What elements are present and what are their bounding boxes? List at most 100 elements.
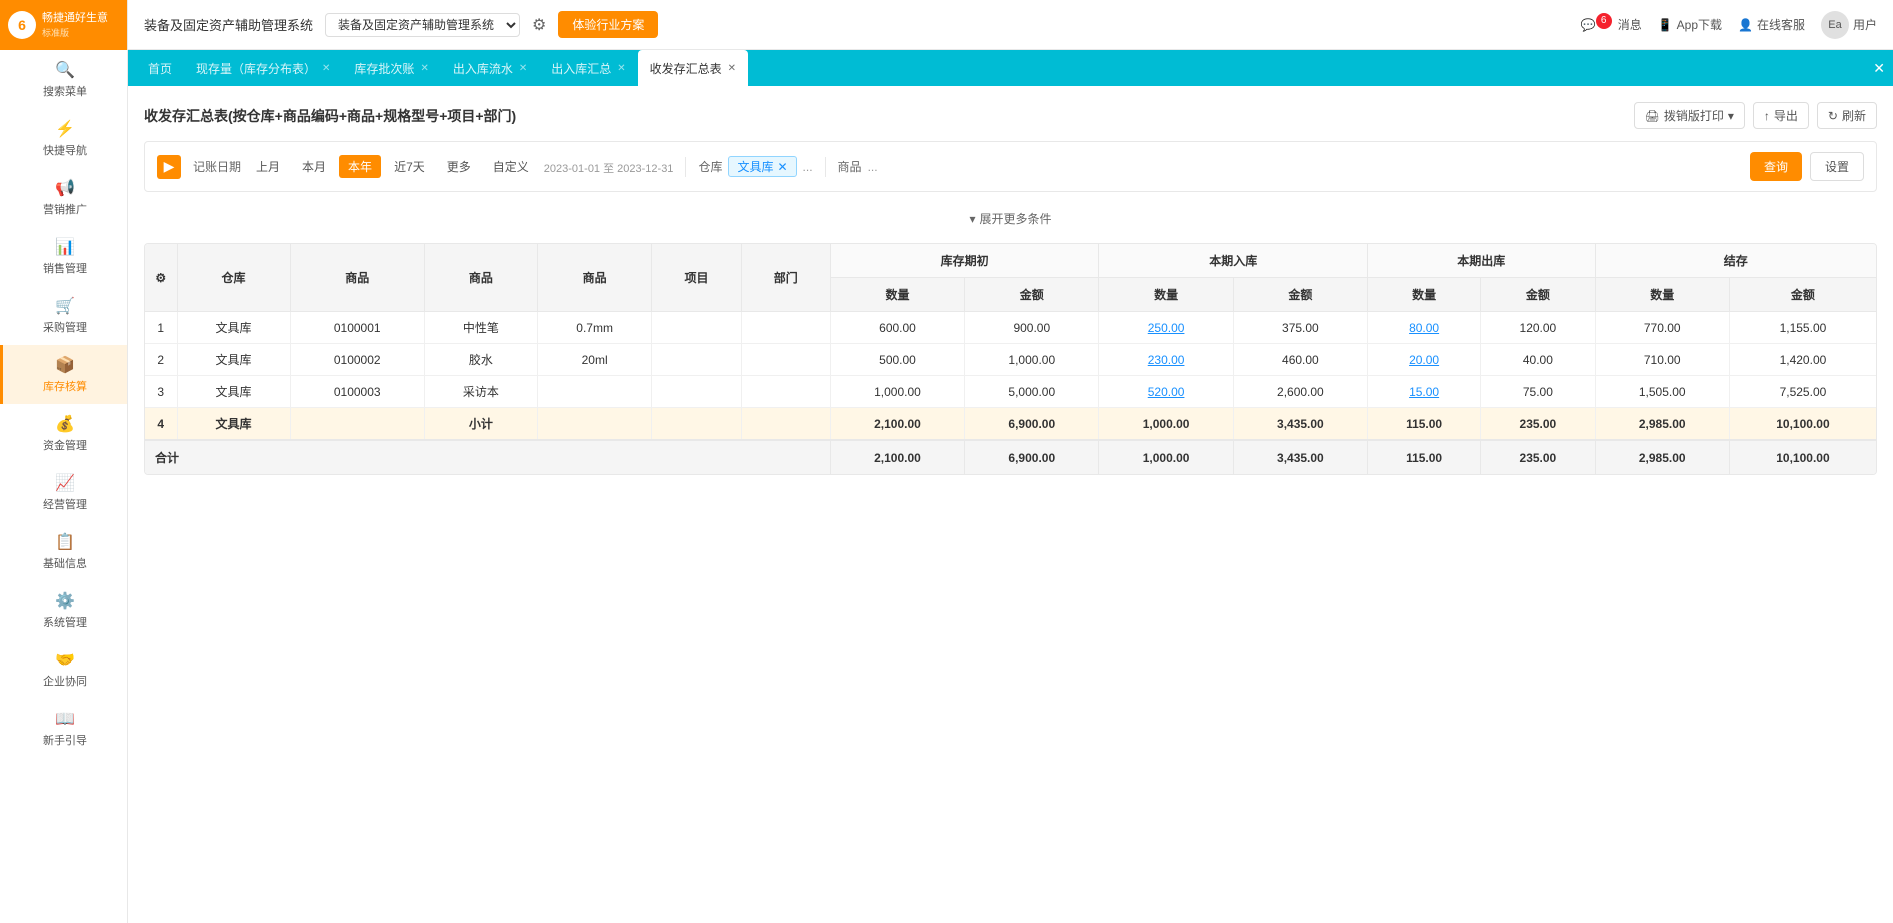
cell-warehouse: 文具库 xyxy=(177,344,290,376)
logo-badge: 标准版 xyxy=(42,26,108,39)
sidebar-item-system[interactable]: ⚙️ 系统管理 xyxy=(0,581,127,640)
sidebar-item-inventory[interactable]: 📦 库存核算 xyxy=(0,345,127,404)
date-btn-this-month[interactable]: 本月 xyxy=(293,155,335,178)
tab-summary-inout-label: 出入库汇总 xyxy=(551,60,611,77)
date-btn-7days[interactable]: 近7天 xyxy=(385,155,434,178)
th-qty-out: 数量 xyxy=(1368,278,1481,312)
print-label: 拨销版打印 xyxy=(1664,107,1724,124)
footer-amt-in: 3,435.00 xyxy=(1233,440,1367,474)
sidebar-item-purchase[interactable]: 🛒 采购管理 xyxy=(0,286,127,345)
sidebar-item-operations[interactable]: 📈 经营管理 xyxy=(0,463,127,522)
cell-value: 1,155.00 xyxy=(1729,312,1876,344)
th-dept: 部门 xyxy=(741,244,830,312)
tab-receive-summary[interactable]: 收发存汇总表 ✕ xyxy=(638,50,748,86)
sidebar-item-basic-info[interactable]: 📋 基础信息 xyxy=(0,522,127,581)
cell-link[interactable]: 250.00 xyxy=(1099,312,1233,344)
cell-num: 1 xyxy=(145,312,177,344)
cell-link[interactable]: 15.00 xyxy=(1368,376,1481,408)
online-service-label: 在线客服 xyxy=(1757,16,1805,33)
tab-flow-close[interactable]: ✕ xyxy=(519,63,527,74)
sidebar-item-newbie[interactable]: 📖 新手引导 xyxy=(0,699,127,758)
sidebar-item-sales[interactable]: 📊 销售管理 xyxy=(0,227,127,286)
cell-project xyxy=(652,376,741,408)
cell-code: 0100003 xyxy=(290,376,424,408)
data-table: ⚙ 仓库 商品 商品 商品 项目 部门 库存期初 本期入库 本期出库 结存 xyxy=(145,244,1876,474)
notification-item[interactable]: 💬 6 消息 xyxy=(1581,16,1642,33)
tab-batch[interactable]: 库存批次账 ✕ xyxy=(342,50,440,86)
footer-label: 合计 xyxy=(145,440,830,474)
app-download-label: App下载 xyxy=(1677,16,1722,33)
page-actions: 🖨 拨销版打印 ▾ ↑ 导出 ↻ 刷新 xyxy=(1634,102,1877,129)
warehouse-tag-text: 文具库 xyxy=(737,158,773,175)
cell-code: 0100002 xyxy=(290,344,424,376)
goods-filter-label: 商品 xyxy=(838,158,862,175)
settings-icon[interactable]: ⚙ xyxy=(532,15,546,35)
trial-button[interactable]: 体验行业方案 xyxy=(558,11,658,38)
filter-divider-2 xyxy=(825,157,826,177)
phone-icon: 📱 xyxy=(1658,18,1673,32)
date-btn-last-month[interactable]: 上月 xyxy=(247,155,289,178)
cell-name: 胶水 xyxy=(424,344,537,376)
date-btn-this-year[interactable]: 本年 xyxy=(339,155,381,178)
topbar: 装备及固定资产辅助管理系统 装备及固定资产辅助管理系统 ⚙ 体验行业方案 💬 6… xyxy=(128,0,1893,50)
tab-receive-summary-close[interactable]: ✕ xyxy=(728,63,736,74)
goods-filter-group: 商品 ... xyxy=(838,158,878,175)
cell-value: 1,505.00 xyxy=(1595,376,1729,408)
cell-value: 5,000.00 xyxy=(965,376,1099,408)
app-download-item[interactable]: 📱 App下载 xyxy=(1658,16,1722,33)
tab-home[interactable]: 首页 xyxy=(136,50,184,86)
th-settings[interactable]: ⚙ xyxy=(145,244,177,312)
tab-batch-close[interactable]: ✕ xyxy=(420,63,428,74)
date-btn-more[interactable]: 更多 xyxy=(438,155,480,178)
tab-summary-inout[interactable]: 出入库汇总 ✕ xyxy=(539,50,637,86)
tab-flow-label: 出入库流水 xyxy=(453,60,513,77)
cell-value: 710.00 xyxy=(1595,344,1729,376)
quicknav-icon: ⚡ xyxy=(55,119,75,139)
cell-link[interactable]: 20.00 xyxy=(1368,344,1481,376)
footer-qty-out: 115.00 xyxy=(1368,440,1481,474)
warehouse-tag-close[interactable]: ✕ xyxy=(777,160,787,174)
user-item[interactable]: Ea 用户 xyxy=(1821,11,1877,39)
th-amt-start: 金额 xyxy=(965,278,1099,312)
th-amt-out: 金额 xyxy=(1481,278,1595,312)
system-icon: ⚙️ xyxy=(55,591,75,611)
cell-link[interactable]: 80.00 xyxy=(1368,312,1481,344)
online-service-item[interactable]: 👤 在线客服 xyxy=(1738,16,1805,33)
warehouse-more[interactable]: ... xyxy=(803,160,813,174)
cell-dept xyxy=(741,312,830,344)
th-group-balance: 结存 xyxy=(1595,244,1876,278)
cell-spec xyxy=(537,408,651,441)
warehouse-tag[interactable]: 文具库 ✕ xyxy=(728,156,796,177)
print-button[interactable]: 🖨 拨销版打印 ▾ xyxy=(1634,102,1745,129)
cell-link[interactable]: 520.00 xyxy=(1099,376,1233,408)
tab-inventory-dist[interactable]: 现存量（库存分布表） ✕ xyxy=(184,50,342,86)
refresh-label: 刷新 xyxy=(1842,107,1866,124)
tab-inventory-dist-close[interactable]: ✕ xyxy=(322,63,330,74)
filter-action-btns: 查询 设置 xyxy=(1750,152,1864,181)
filter-toggle[interactable]: ▶ xyxy=(157,155,181,179)
table-row: 4文具库小计2,100.006,900.001,000.003,435.0011… xyxy=(145,408,1876,441)
refresh-button[interactable]: ↻ 刷新 xyxy=(1817,102,1877,129)
date-btn-custom[interactable]: 自定义 xyxy=(484,155,538,178)
tabs-close-all[interactable]: ✕ xyxy=(1873,60,1885,77)
sidebar-item-cooperation[interactable]: 🤝 企业协同 xyxy=(0,640,127,699)
settings-btn[interactable]: 设置 xyxy=(1810,152,1864,181)
tab-summary-inout-close[interactable]: ✕ xyxy=(617,63,625,74)
service-icon: 👤 xyxy=(1738,18,1753,32)
sidebar-item-search[interactable]: 🔍 搜索菜单 xyxy=(0,50,127,109)
cell-warehouse: 文具库 xyxy=(177,408,290,441)
export-button[interactable]: ↑ 导出 xyxy=(1753,102,1809,129)
cell-link[interactable]: 230.00 xyxy=(1099,344,1233,376)
system-selector[interactable]: 装备及固定资产辅助管理系统 xyxy=(325,13,520,37)
sidebar-item-quicknav[interactable]: ⚡ 快捷导航 xyxy=(0,109,127,168)
goods-more[interactable]: ... xyxy=(868,160,878,174)
cell-project xyxy=(652,408,741,441)
expand-more-label: 展开更多条件 xyxy=(980,210,1052,227)
tab-flow[interactable]: 出入库流水 ✕ xyxy=(441,50,539,86)
cell-num: 4 xyxy=(145,408,177,441)
sidebar-item-finance[interactable]: 💰 资金管理 xyxy=(0,404,127,463)
sidebar-item-marketing[interactable]: 📢 营销推广 xyxy=(0,168,127,227)
expand-chevron-icon: ▾ xyxy=(969,212,975,226)
expand-more-btn[interactable]: ▾ 展开更多条件 xyxy=(969,210,1051,227)
query-button[interactable]: 查询 xyxy=(1750,152,1802,181)
